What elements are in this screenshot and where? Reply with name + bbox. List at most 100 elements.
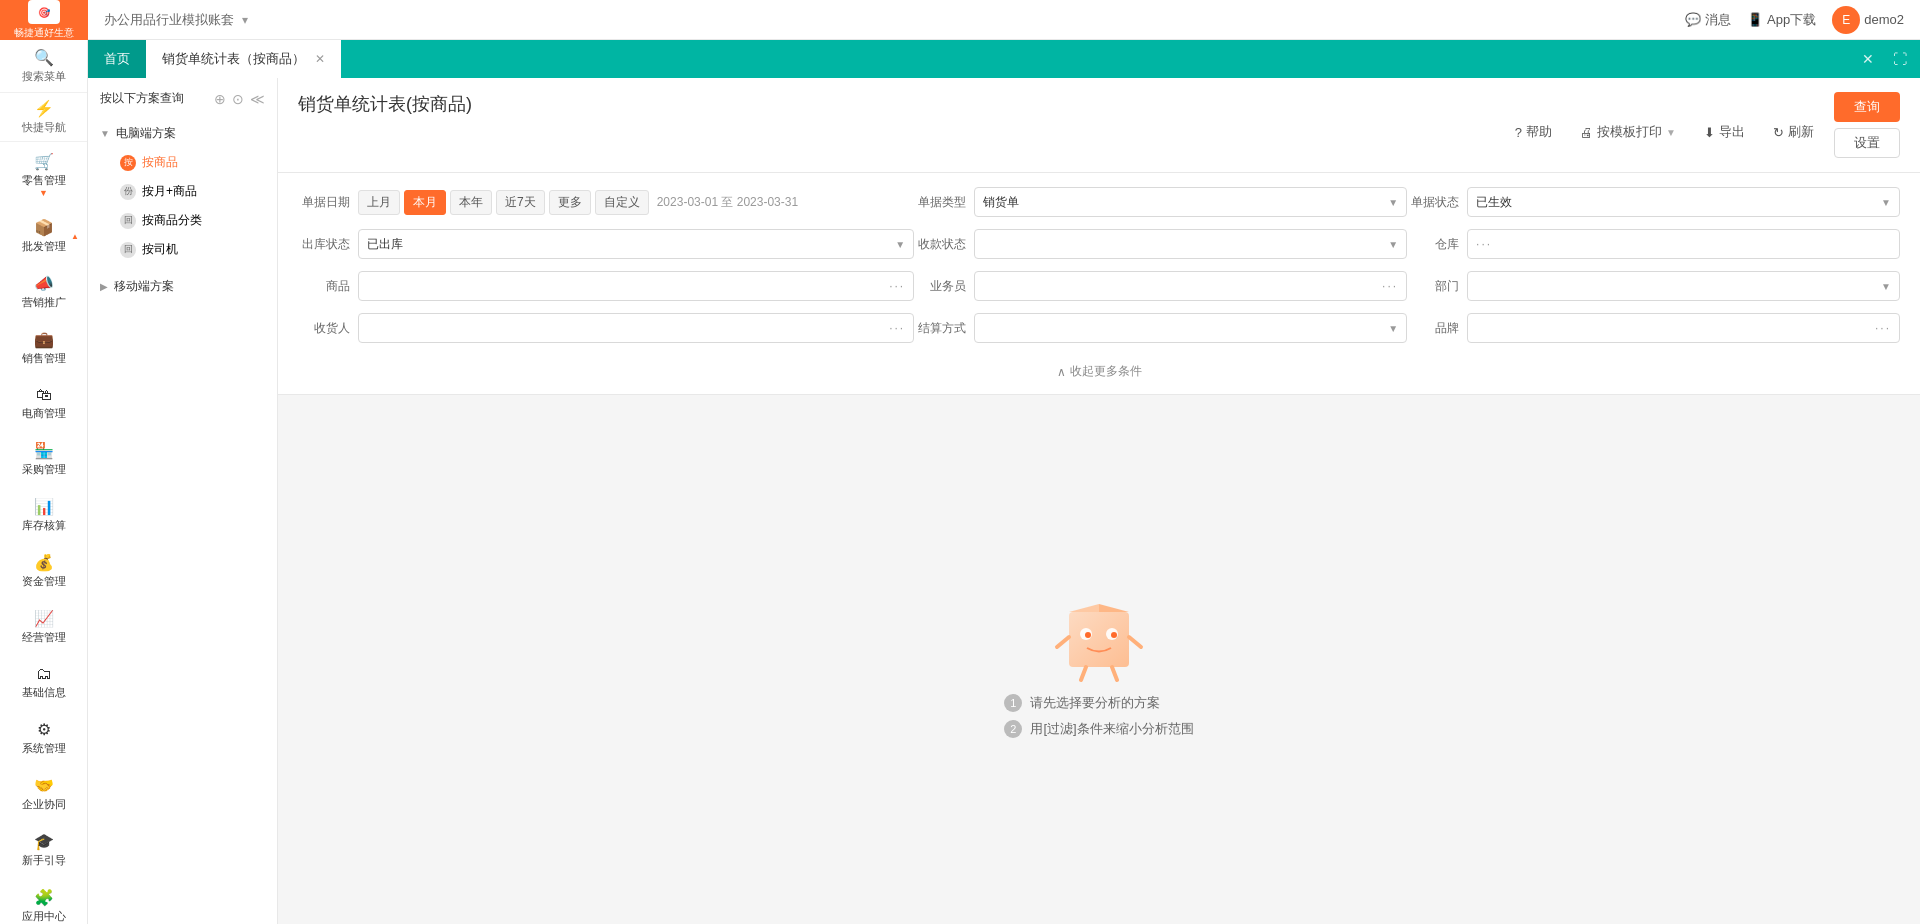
payment-control: ▼	[974, 313, 1407, 343]
print-label: 按模板打印	[1597, 123, 1662, 141]
goods-select[interactable]: ···	[358, 271, 914, 301]
empty-svg	[1039, 582, 1159, 682]
export-btn[interactable]: ⬇ 导出	[1696, 119, 1753, 145]
brand-label: 品牌	[1407, 320, 1459, 337]
message-action[interactable]: 💬 消息	[1685, 11, 1731, 29]
empty-hints: 1 请先选择要分析的方案 2 用[过滤]条件来缩小分析范围	[1004, 694, 1193, 738]
tab-close-btn[interactable]: ✕	[1856, 47, 1880, 71]
sidebar-item-sales[interactable]: 💼 销售管理	[0, 320, 87, 376]
sales-icon: 💼	[34, 330, 54, 349]
scheme-child-by-category[interactable]: 回 按商品分类	[88, 206, 277, 235]
date-btn-custom[interactable]: 自定义	[595, 190, 649, 215]
header-right: 💬 消息 📱 App下载 E demo2	[1685, 6, 1904, 34]
appstore-label: 应用中心	[22, 909, 66, 924]
status-select[interactable]: 已生效 ▼	[1467, 187, 1900, 217]
date-btn-7days[interactable]: 近7天	[496, 190, 545, 215]
date-btn-thisyear[interactable]: 本年	[450, 190, 492, 215]
hint-num-1: 1	[1004, 694, 1022, 712]
scheme-settings-btn[interactable]: ⊙	[232, 91, 244, 107]
svg-marker-2	[1099, 604, 1129, 612]
tab-home[interactable]: 首页	[88, 40, 146, 78]
sidebar-item-ecommerce[interactable]: 🛍 电商管理	[0, 376, 87, 431]
scheme-collapse-btn[interactable]: ≪	[250, 91, 265, 107]
username: demo2	[1864, 12, 1904, 27]
by-cashier-label: 按司机	[142, 241, 178, 258]
scheme-group-desktop-item[interactable]: ▼ 电脑端方案	[88, 119, 277, 148]
filter-warehouse: 仓库 ···	[1407, 229, 1900, 259]
by-month-goods-icon: 份	[120, 184, 136, 200]
sidebar-item-operations[interactable]: 📈 经营管理	[0, 599, 87, 655]
inventory-label: 库存核算	[22, 518, 66, 533]
salesperson-control: ···	[974, 271, 1407, 301]
dept-arrow-icon: ▼	[1881, 281, 1891, 292]
payment-select[interactable]: ▼	[974, 313, 1407, 343]
query-btn[interactable]: 查询	[1834, 92, 1900, 122]
sidebar-item-guide[interactable]: 🎓 新手引导	[0, 822, 87, 878]
date-btn-more[interactable]: 更多	[549, 190, 591, 215]
message-label: 消息	[1705, 11, 1731, 29]
recipient-select[interactable]: ···	[358, 313, 914, 343]
collapse-bar[interactable]: ∧ 收起更多条件	[298, 355, 1900, 380]
top-header: 办公用品行业模拟账套 ▾ 💬 消息 📱 App下载 E demo2	[88, 0, 1920, 40]
tab-report[interactable]: 销货单统计表（按商品） ✕	[146, 40, 341, 78]
sidebar-item-appstore[interactable]: 🧩 应用中心	[0, 878, 87, 924]
scheme-child-by-month-goods[interactable]: 份 按月+商品	[88, 177, 277, 206]
app-download-action[interactable]: 📱 App下载	[1747, 11, 1816, 29]
sidebar-item-system[interactable]: ⚙ 系统管理	[0, 710, 87, 766]
sidebar-item-inventory[interactable]: 📊 库存核算	[0, 487, 87, 543]
empty-hint-1: 1 请先选择要分析的方案	[1004, 694, 1193, 712]
receipt-select[interactable]: ▼	[974, 229, 1407, 259]
svg-point-5	[1085, 632, 1091, 638]
receipt-control: ▼	[974, 229, 1407, 259]
brand-select[interactable]: ···	[1467, 313, 1900, 343]
type-arrow-icon: ▼	[1388, 197, 1398, 208]
app-label: App下载	[1767, 11, 1816, 29]
breadcrumb-arrow: ▾	[242, 13, 248, 27]
sidebar-logo[interactable]: 🎯 畅捷通好生意	[0, 0, 88, 40]
dept-select[interactable]: ▼	[1467, 271, 1900, 301]
scheme-child-by-cashier[interactable]: 回 按司机	[88, 235, 277, 264]
report-tab-label: 销货单统计表（按商品）	[162, 50, 305, 68]
sidebar-item-purchase[interactable]: 🏪 采购管理	[0, 431, 87, 487]
collapse-up-icon: ∧	[1057, 365, 1066, 379]
date-filter-control: 上月 本月 本年 近7天 更多 自定义 2023-03-01 至 2023-03…	[358, 190, 914, 215]
date-btn-thismonth[interactable]: 本月	[404, 190, 446, 215]
tab-close-icon[interactable]: ✕	[315, 52, 325, 66]
sidebar-item-marketing[interactable]: 📣 营销推广	[0, 264, 87, 320]
empty-hint-2: 2 用[过滤]条件来缩小分析范围	[1004, 720, 1193, 738]
desktop-toggle-icon: ▼	[100, 128, 110, 139]
receipt-label: 收款状态	[914, 236, 966, 253]
refresh-btn[interactable]: ↻ 刷新	[1765, 119, 1822, 145]
warehouse-dots: ···	[1476, 237, 1492, 251]
user-action[interactable]: E demo2	[1832, 6, 1904, 34]
by-goods-icon: 按	[120, 155, 136, 171]
sidebar-search[interactable]: 🔍 搜索菜单	[0, 40, 87, 93]
scheme-child-by-goods[interactable]: 按 按商品	[88, 148, 277, 177]
inventory-icon: 📊	[34, 497, 54, 516]
operations-icon: 📈	[34, 609, 54, 628]
recipient-dots-icon: ···	[889, 321, 905, 335]
sidebar-item-basic[interactable]: 🗂 基础信息	[0, 655, 87, 710]
corp-label: 企业协同	[22, 797, 66, 812]
settings-btn[interactable]: 设置	[1834, 128, 1900, 158]
stock-select[interactable]: 已出库 ▼	[358, 229, 914, 259]
warehouse-label: 仓库	[1407, 236, 1459, 253]
type-select[interactable]: 销货单 ▼	[974, 187, 1407, 217]
sidebar-item-corp[interactable]: 🤝 企业协同	[0, 766, 87, 822]
mobile-toggle-icon: ▶	[100, 281, 108, 292]
scheme-group-mobile-item[interactable]: ▶ 移动端方案	[88, 272, 277, 301]
warehouse-select[interactable]: ···	[1467, 229, 1900, 259]
date-btn-lastmonth[interactable]: 上月	[358, 190, 400, 215]
help-btn[interactable]: ? 帮助	[1507, 119, 1560, 145]
sidebar-item-finance[interactable]: 💰 资金管理	[0, 543, 87, 599]
tab-expand-btn[interactable]: ⛶	[1888, 47, 1912, 71]
salesperson-select[interactable]: ···	[974, 271, 1407, 301]
scheme-add-btn[interactable]: ⊕	[214, 91, 226, 107]
sidebar-item-wholesale[interactable]: 📦 批发管理	[0, 208, 87, 264]
print-btn[interactable]: 🖨 按模板打印 ▼	[1572, 119, 1684, 145]
scheme-header-actions: ⊕ ⊙ ≪	[214, 91, 265, 107]
empty-illustration	[1039, 582, 1159, 682]
sidebar-quicknav[interactable]: ⚡ 快捷导航	[0, 93, 87, 142]
sidebar-item-retail[interactable]: 🛒 零售管理 ▼	[0, 142, 87, 208]
page-header: 销货单统计表(按商品) ? 帮助 🖨 按模板打印 ▼ ⬇ 导出	[278, 78, 1920, 173]
